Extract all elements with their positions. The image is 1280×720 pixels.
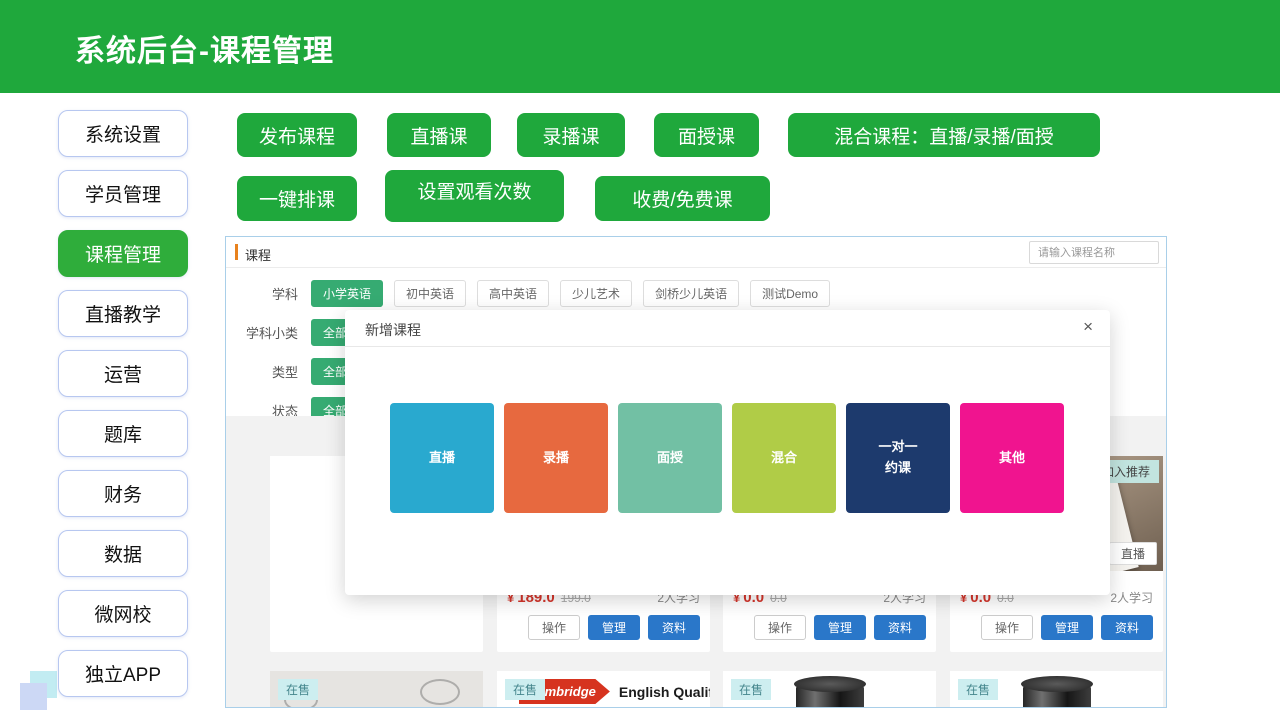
operate-button[interactable]: 操作 <box>981 615 1033 640</box>
live-course-button[interactable]: 直播课 <box>387 113 491 157</box>
cylinder-object <box>796 683 864 708</box>
cambridge-title: English Qualifications <box>619 684 710 700</box>
paid-free-course-button[interactable]: 收费/免费课 <box>595 176 770 221</box>
recorded-course-button[interactable]: 录播课 <box>517 113 625 157</box>
filter-label: 学科小类 <box>226 323 298 342</box>
modal-header: 新增课程 × <box>345 310 1110 347</box>
live-tag[interactable]: 直播 <box>1109 542 1157 565</box>
sidebar-item-live-teaching[interactable]: 直播教学 <box>58 290 188 337</box>
manage-button[interactable]: 管理 <box>1041 615 1093 640</box>
on-sale-badge: 在售 <box>731 679 771 700</box>
manage-button[interactable]: 管理 <box>588 615 640 640</box>
one-click-schedule-button[interactable]: 一键排课 <box>237 176 357 221</box>
set-view-count-button[interactable]: 设置观看次数 <box>385 170 564 222</box>
cylinder-object <box>1023 683 1091 708</box>
add-course-modal: 新增课程 × 直播 录播 面授 混合 一对一 约课 其他 <box>345 310 1110 595</box>
filter-tag-test-demo[interactable]: 测试Demo <box>750 280 830 307</box>
sidebar-item-data[interactable]: 数据 <box>58 530 188 577</box>
course-image-whiteboard-photo: 在售 <box>270 671 483 708</box>
on-sale-badge: 在售 <box>278 679 318 700</box>
type-card-mixed[interactable]: 混合 <box>732 403 836 513</box>
type-card-other[interactable]: 其他 <box>960 403 1064 513</box>
modal-title: 新增课程 <box>365 320 421 340</box>
app-header: 系统后台-课程管理 <box>0 0 1280 93</box>
panel-title: 课程 <box>245 245 271 264</box>
manage-button[interactable]: 管理 <box>814 615 866 640</box>
on-sale-badge: 在售 <box>958 679 998 700</box>
type-card-one-on-one[interactable]: 一对一 约课 <box>846 403 950 513</box>
sidebar-item-system-settings[interactable]: 系统设置 <box>58 110 188 157</box>
page-title: 系统后台-课程管理 <box>75 26 334 70</box>
sidebar-item-course-management[interactable]: 课程管理 <box>58 230 188 277</box>
mixed-course-button[interactable]: 混合课程：直播/录播/面授 <box>788 113 1100 157</box>
material-button[interactable]: 资料 <box>648 615 700 640</box>
course-card[interactable]: 在售 <box>950 671 1163 708</box>
sidebar-item-student-management[interactable]: 学员管理 <box>58 170 188 217</box>
panel-accent-bar <box>235 244 238 260</box>
offline-course-button[interactable]: 面授课 <box>654 113 759 157</box>
course-panel-header: 课程 <box>226 237 1166 268</box>
on-sale-badge: 在售 <box>505 679 545 700</box>
material-button[interactable]: 资料 <box>1101 615 1153 640</box>
filter-tag-senior-english[interactable]: 高中英语 <box>477 280 549 307</box>
course-card[interactable]: Cambridge English Qualifications 在售 <box>497 671 710 708</box>
course-image-cylinder: 在售 <box>950 671 1163 708</box>
type-card-recorded[interactable]: 录播 <box>504 403 608 513</box>
course-image-cylinder: 在售 <box>723 671 936 708</box>
publish-course-button[interactable]: 发布课程 <box>237 113 357 157</box>
filter-tag-kids-art[interactable]: 少儿艺术 <box>560 280 632 307</box>
type-card-offline[interactable]: 面授 <box>618 403 722 513</box>
students-count: 2人学习 <box>1110 589 1153 606</box>
sidebar-item-standalone-app[interactable]: 独立APP <box>58 650 188 697</box>
filter-tag-cambridge-kids[interactable]: 剑桥少儿英语 <box>643 280 739 307</box>
course-type-row: 直播 录播 面授 混合 一对一 约课 其他 <box>390 403 1064 513</box>
sidebar-item-question-bank[interactable]: 题库 <box>58 410 188 457</box>
material-button[interactable]: 资料 <box>874 615 926 640</box>
decor-square-lavender <box>20 683 47 710</box>
sidebar-item-finance[interactable]: 财务 <box>58 470 188 517</box>
type-card-live[interactable]: 直播 <box>390 403 494 513</box>
filter-label: 类型 <box>226 362 298 381</box>
sidebar-item-operations[interactable]: 运营 <box>58 350 188 397</box>
course-search-input[interactable] <box>1029 241 1159 264</box>
course-card[interactable]: 在售 <box>723 671 936 708</box>
filter-tag-primary-english[interactable]: 小学英语 <box>311 280 383 307</box>
operate-button[interactable]: 操作 <box>754 615 806 640</box>
filter-label: 学科 <box>226 284 298 303</box>
course-image-cambridge: Cambridge English Qualifications 在售 <box>497 671 710 708</box>
sidebar-item-micro-school[interactable]: 微网校 <box>58 590 188 637</box>
filter-row-subject: 学科 小学英语 初中英语 高中英语 少儿艺术 剑桥少儿英语 测试Demo <box>226 280 1166 307</box>
sidebar-nav: 系统设置 学员管理 课程管理 直播教学 运营 题库 财务 数据 微网校 独立AP… <box>58 110 188 710</box>
course-card[interactable]: 在售 <box>270 671 483 708</box>
operate-button[interactable]: 操作 <box>528 615 580 640</box>
close-icon[interactable]: × <box>1083 317 1093 337</box>
filter-tag-junior-english[interactable]: 初中英语 <box>394 280 466 307</box>
cambridge-logo-row: Cambridge English Qualifications <box>519 679 710 704</box>
